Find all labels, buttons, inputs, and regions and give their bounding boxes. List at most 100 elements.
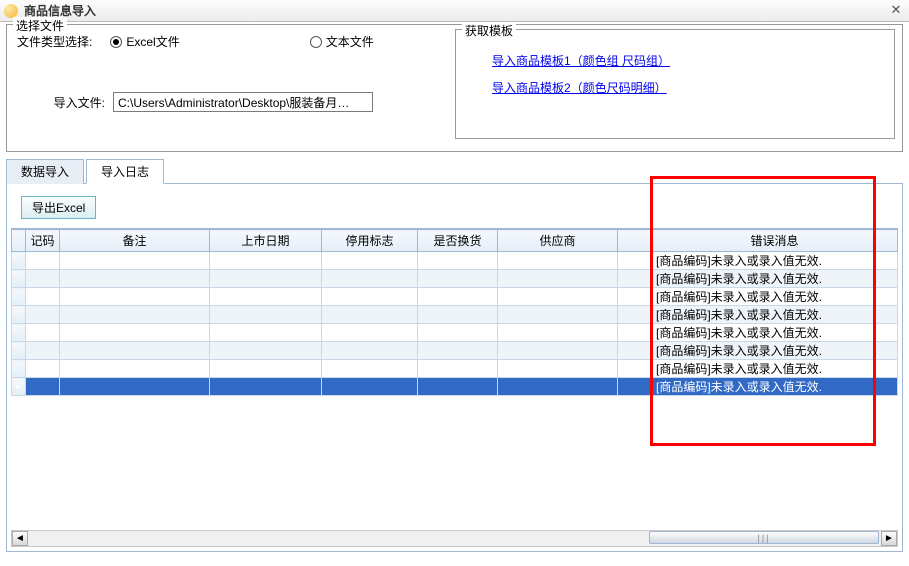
- scroll-right-icon[interactable]: ►: [881, 531, 897, 546]
- cell-spacer: [618, 324, 652, 342]
- cell-error: [商品编码]未录入或录入值无效.: [652, 306, 898, 324]
- cell-date: [210, 360, 322, 378]
- log-grid: 记码 备注 上市日期 停用标志 是否换货 供应商 错误消息 [商品编码]未录入或…: [11, 228, 898, 525]
- cell-exchange: [418, 270, 498, 288]
- cell-exchange: [418, 288, 498, 306]
- cell-supplier: [498, 378, 618, 396]
- tab-import-log[interactable]: 导入日志: [86, 159, 164, 184]
- radio-excel[interactable]: Excel文件: [110, 33, 179, 50]
- cell-supplier: [498, 324, 618, 342]
- cell-stop: [322, 270, 418, 288]
- tab-data-import[interactable]: 数据导入: [6, 159, 84, 184]
- cell-code: [26, 324, 60, 342]
- cell-remark: [60, 270, 210, 288]
- cell-code: [26, 252, 60, 270]
- cell-remark: [60, 252, 210, 270]
- col-supplier[interactable]: 供应商: [498, 230, 618, 252]
- cell-exchange: [418, 252, 498, 270]
- table-row[interactable]: [商品编码]未录入或录入值无效.: [12, 306, 898, 324]
- cell-supplier: [498, 342, 618, 360]
- cell-stop: [322, 306, 418, 324]
- cell-exchange: [418, 360, 498, 378]
- select-file-legend: 选择文件: [13, 17, 67, 34]
- grid-header-row: 记码 备注 上市日期 停用标志 是否换货 供应商 错误消息: [12, 230, 898, 252]
- col-code[interactable]: 记码: [26, 230, 60, 252]
- cell-date: [210, 306, 322, 324]
- cell-date: [210, 252, 322, 270]
- col-spacer: [618, 230, 652, 252]
- table-row[interactable]: [商品编码]未录入或录入值无效.: [12, 288, 898, 306]
- row-indicator: [12, 342, 26, 360]
- template-link-2[interactable]: 导入商品模板2（颜色尺码明细）: [492, 79, 894, 96]
- cell-spacer: [618, 252, 652, 270]
- cell-stop: [322, 378, 418, 396]
- import-file-input[interactable]: [113, 92, 373, 112]
- row-indicator: [12, 270, 26, 288]
- cell-exchange: [418, 342, 498, 360]
- row-indicator: [12, 324, 26, 342]
- cell-stop: [322, 288, 418, 306]
- cell-remark: [60, 342, 210, 360]
- cell-date: [210, 342, 322, 360]
- table-row[interactable]: [商品编码]未录入或录入值无效.: [12, 270, 898, 288]
- filetype-label: 文件类型选择:: [17, 33, 92, 50]
- cell-code: [26, 360, 60, 378]
- template-group: 获取模板 导入商品模板1（颜色组 尺码组） 导入商品模板2（颜色尺码明细）: [455, 29, 895, 139]
- cell-error: [商品编码]未录入或录入值无效.: [652, 342, 898, 360]
- cell-date: [210, 324, 322, 342]
- cell-code: [26, 378, 60, 396]
- cell-stop: [322, 324, 418, 342]
- cell-date: [210, 288, 322, 306]
- import-file-label: 导入文件:: [17, 94, 105, 111]
- col-remark[interactable]: 备注: [60, 230, 210, 252]
- col-date[interactable]: 上市日期: [210, 230, 322, 252]
- col-error[interactable]: 错误消息: [652, 230, 898, 252]
- cell-stop: [322, 342, 418, 360]
- radio-text[interactable]: 文本文件: [310, 33, 374, 50]
- cell-remark: [60, 288, 210, 306]
- table-row[interactable]: [商品编码]未录入或录入值无效.: [12, 360, 898, 378]
- scroll-left-icon[interactable]: ◄: [12, 531, 28, 546]
- radio-dot-icon: [110, 36, 122, 48]
- cell-error: [商品编码]未录入或录入值无效.: [652, 360, 898, 378]
- cell-code: [26, 306, 60, 324]
- cell-supplier: [498, 306, 618, 324]
- table-row[interactable]: [商品编码]未录入或录入值无效.: [12, 342, 898, 360]
- template-link-1[interactable]: 导入商品模板1（颜色组 尺码组）: [492, 52, 894, 69]
- cell-code: [26, 288, 60, 306]
- horizontal-scrollbar[interactable]: ◄ ||| ►: [11, 530, 898, 547]
- table-row[interactable]: [商品编码]未录入或录入值无效.: [12, 252, 898, 270]
- cell-date: [210, 378, 322, 396]
- cell-remark: [60, 378, 210, 396]
- export-excel-button[interactable]: 导出Excel: [21, 196, 96, 219]
- cell-stop: [322, 360, 418, 378]
- cell-code: [26, 270, 60, 288]
- cell-spacer: [618, 270, 652, 288]
- cell-stop: [322, 252, 418, 270]
- cell-error: [商品编码]未录入或录入值无效.: [652, 252, 898, 270]
- scroll-thumb[interactable]: |||: [649, 531, 879, 544]
- close-icon[interactable]: ✕: [887, 2, 905, 18]
- cell-supplier: [498, 360, 618, 378]
- tab-bar: 数据导入 导入日志: [6, 158, 903, 184]
- row-indicator: [12, 360, 26, 378]
- cell-remark: [60, 306, 210, 324]
- cell-exchange: [418, 324, 498, 342]
- col-stop[interactable]: 停用标志: [322, 230, 418, 252]
- table-row[interactable]: [商品编码]未录入或录入值无效.: [12, 324, 898, 342]
- tab-content: 导出Excel 记码 备注 上市日期 停用标志 是否换货 供应商 错误消息: [6, 184, 903, 552]
- scroll-track[interactable]: |||: [28, 531, 881, 546]
- cell-spacer: [618, 378, 652, 396]
- cell-spacer: [618, 342, 652, 360]
- cell-error: [商品编码]未录入或录入值无效.: [652, 324, 898, 342]
- cell-exchange: [418, 378, 498, 396]
- cell-date: [210, 270, 322, 288]
- cell-exchange: [418, 306, 498, 324]
- row-indicator: [12, 306, 26, 324]
- cell-error: [商品编码]未录入或录入值无效.: [652, 270, 898, 288]
- cell-code: [26, 342, 60, 360]
- cell-remark: [60, 360, 210, 378]
- cell-spacer: [618, 288, 652, 306]
- table-row[interactable]: ▸[商品编码]未录入或录入值无效.: [12, 378, 898, 396]
- col-exchange[interactable]: 是否换货: [418, 230, 498, 252]
